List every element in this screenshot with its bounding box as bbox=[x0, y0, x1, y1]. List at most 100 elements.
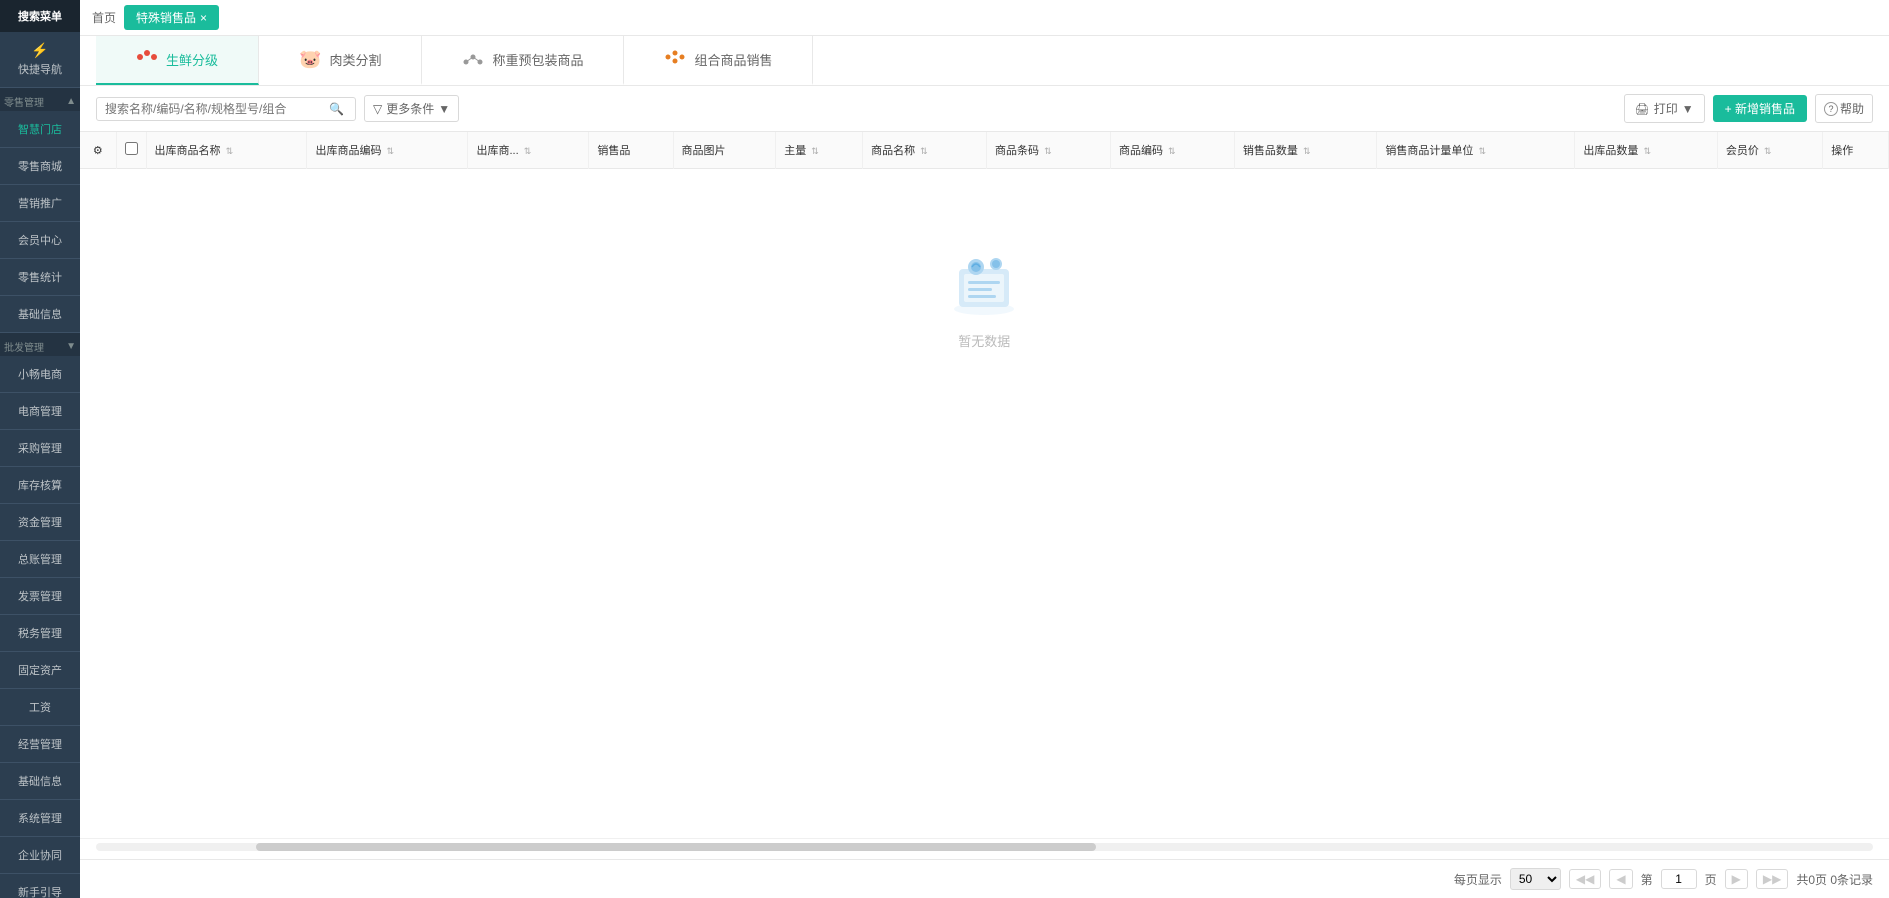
th-weight: 主量 ⇅ bbox=[776, 132, 863, 169]
sidebar-item-retail-mall[interactable]: 零售商城 bbox=[0, 148, 80, 185]
sidebar-item-tax[interactable]: 税务管理 bbox=[0, 615, 80, 652]
fixed-assets-label: 固定资产 bbox=[18, 662, 62, 678]
page-content: 生鲜分级 🐷 肉类分割 称重预包装商品 bbox=[80, 36, 1889, 898]
retail-stats-label: 零售统计 bbox=[18, 269, 62, 285]
sidebar-item-label: 快捷导航 bbox=[18, 61, 62, 77]
inventory-label: 库存核算 bbox=[18, 477, 62, 493]
th-outbound-spec: 出库商... ⇅ bbox=[468, 132, 589, 169]
per-page-label: 每页显示 bbox=[1454, 871, 1502, 888]
sidebar-item-ecom-mgmt[interactable]: 电商管理 bbox=[0, 393, 80, 430]
hscroll-track[interactable] bbox=[96, 843, 1873, 851]
next-page-button[interactable]: ▶ bbox=[1725, 869, 1748, 889]
empty-illustration bbox=[944, 249, 1024, 319]
sort-member-price[interactable]: ⇅ bbox=[1764, 146, 1772, 156]
first-page-button[interactable]: ◀◀ bbox=[1569, 869, 1601, 889]
sidebar-item-enterprise[interactable]: 企业协同 bbox=[0, 837, 80, 874]
help-button[interactable]: ? 帮助 bbox=[1815, 94, 1873, 123]
sidebar-item-smart-store[interactable]: 智慧门店 bbox=[0, 111, 80, 148]
th-sale-qty: 销售品数量 ⇅ bbox=[1234, 132, 1376, 169]
sidebar-item-basic-info2[interactable]: 基础信息 bbox=[0, 763, 80, 800]
wages-label: 工资 bbox=[29, 699, 51, 715]
mini-ecom-label: 小畅电商 bbox=[18, 366, 62, 382]
search-box[interactable]: 🔍 bbox=[96, 97, 356, 121]
sort-product-name[interactable]: ⇅ bbox=[920, 146, 928, 156]
sidebar-section-retail[interactable]: 零售管理 ▲ bbox=[0, 88, 80, 111]
sort-sale-unit[interactable]: ⇅ bbox=[1478, 146, 1486, 156]
th-product-img: 商品图片 bbox=[673, 132, 776, 169]
quick-nav-icon: ⚡ bbox=[31, 42, 48, 59]
th-checkbox[interactable] bbox=[116, 132, 146, 169]
page-number-input[interactable] bbox=[1661, 869, 1697, 889]
sidebar-item-wages[interactable]: 工资 bbox=[0, 689, 80, 726]
sidebar-item-quick-nav[interactable]: ⚡ 快捷导航 bbox=[0, 32, 80, 88]
sort-outbound-name[interactable]: ⇅ bbox=[226, 146, 234, 156]
search-input[interactable] bbox=[105, 102, 325, 116]
th-settings[interactable]: ⚙ bbox=[80, 132, 116, 169]
sidebar: 搜索菜单 ⚡ 快捷导航 零售管理 ▲ 智慧门店 零售商城 营销推广 会员中心 零… bbox=[0, 0, 80, 898]
smart-store-label: 智慧门店 bbox=[18, 121, 62, 137]
batch-arrow-icon: ▼ bbox=[66, 341, 76, 352]
tab-combo-sales-label: 组合商品销售 bbox=[694, 50, 772, 69]
sidebar-item-member[interactable]: 会员中心 bbox=[0, 222, 80, 259]
filter-button[interactable]: ▽ 更多条件 ▼ bbox=[364, 95, 459, 122]
horizontal-scroll-area bbox=[80, 838, 1889, 859]
th-actions: 操作 bbox=[1823, 132, 1889, 169]
sidebar-item-mini-ecom[interactable]: 小畅电商 bbox=[0, 356, 80, 393]
sidebar-section-batch[interactable]: 批发管理 ▼ bbox=[0, 333, 80, 356]
sidebar-item-retail-stats[interactable]: 零售统计 bbox=[0, 259, 80, 296]
sidebar-item-basic-info[interactable]: 基础信息 bbox=[0, 296, 80, 333]
print-button[interactable]: 🖨 打印 ▼ bbox=[1624, 94, 1705, 123]
pagination-bar: 每页显示 50 10 20 100 ◀◀ ◀ 第 页 ▶ ▶▶ 共0页 0条记录 bbox=[80, 859, 1889, 898]
active-tab[interactable]: 特殊销售品 × bbox=[124, 5, 219, 30]
basic-info-label: 基础信息 bbox=[18, 306, 62, 322]
sidebar-item-invoice[interactable]: 发票管理 bbox=[0, 578, 80, 615]
select-all-checkbox[interactable] bbox=[125, 142, 138, 155]
page-label: 第 bbox=[1641, 871, 1653, 888]
sort-outbound-spec[interactable]: ⇅ bbox=[524, 146, 532, 156]
hscroll-thumb[interactable] bbox=[256, 843, 1096, 851]
sidebar-item-purchase[interactable]: 采购管理 bbox=[0, 430, 80, 467]
sidebar-item-finance[interactable]: 资金管理 bbox=[0, 504, 80, 541]
member-label: 会员中心 bbox=[18, 232, 62, 248]
per-page-select[interactable]: 50 10 20 100 bbox=[1510, 868, 1561, 890]
sidebar-item-fixed-assets[interactable]: 固定资产 bbox=[0, 652, 80, 689]
filter-icon: ▽ bbox=[373, 102, 382, 116]
sort-sale-qty[interactable]: ⇅ bbox=[1303, 146, 1311, 156]
sidebar-item-inventory[interactable]: 库存核算 bbox=[0, 467, 80, 504]
sort-weight[interactable]: ⇅ bbox=[811, 146, 819, 156]
tab-meat-cutting[interactable]: 🐷 肉类分割 bbox=[259, 36, 422, 85]
sort-barcode[interactable]: ⇅ bbox=[1044, 146, 1052, 156]
tab-weigh-pkg-label: 称重预包装商品 bbox=[492, 50, 583, 69]
th-sale-unit: 销售商品计量单位 ⇅ bbox=[1377, 132, 1575, 169]
sidebar-item-system[interactable]: 系统管理 bbox=[0, 800, 80, 837]
topbar: 首页 特殊销售品 × bbox=[80, 0, 1889, 36]
sidebar-item-sales-promo[interactable]: 营销推广 bbox=[0, 185, 80, 222]
tab-fresh-grading-label: 生鲜分级 bbox=[166, 50, 218, 69]
tab-weigh-pkg[interactable]: 称重预包装商品 bbox=[422, 36, 624, 85]
last-page-button[interactable]: ▶▶ bbox=[1756, 869, 1788, 889]
batch-section-label: 批发管理 bbox=[4, 339, 44, 354]
empty-state-row: 暂无数据 bbox=[80, 169, 1889, 431]
sort-outbound-code[interactable]: ⇅ bbox=[387, 146, 395, 156]
home-link[interactable]: 首页 bbox=[92, 9, 116, 26]
search-icon: 🔍 bbox=[329, 102, 344, 116]
tab-combo-sales[interactable]: 组合商品销售 bbox=[624, 36, 813, 85]
th-member-price: 会员价 ⇅ bbox=[1717, 132, 1822, 169]
filter-arrow-icon: ▼ bbox=[438, 102, 450, 116]
sort-product-code[interactable]: ⇅ bbox=[1168, 146, 1176, 156]
sort-outbound-qty[interactable]: ⇅ bbox=[1643, 146, 1651, 156]
new-btn-label: + 新增销售品 bbox=[1725, 100, 1795, 117]
close-tab-icon[interactable]: × bbox=[200, 11, 207, 25]
prev-page-button[interactable]: ◀ bbox=[1609, 869, 1632, 889]
tab-fresh-grading[interactable]: 生鲜分级 bbox=[96, 36, 259, 85]
th-outbound-code: 出库商品编码 ⇅ bbox=[307, 132, 468, 169]
sidebar-item-new-guide[interactable]: 新手引导 bbox=[0, 874, 80, 898]
new-sale-item-button[interactable]: + 新增销售品 bbox=[1713, 95, 1807, 122]
tax-label: 税务管理 bbox=[18, 625, 62, 641]
sidebar-item-ledger[interactable]: 总账管理 bbox=[0, 541, 80, 578]
settings-icon[interactable]: ⚙ bbox=[93, 145, 103, 157]
tab-meat-cutting-label: 肉类分割 bbox=[329, 50, 381, 69]
active-tab-label: 特殊销售品 bbox=[136, 9, 196, 26]
help-label: 帮助 bbox=[1840, 100, 1864, 117]
sidebar-item-operation[interactable]: 经营管理 bbox=[0, 726, 80, 763]
